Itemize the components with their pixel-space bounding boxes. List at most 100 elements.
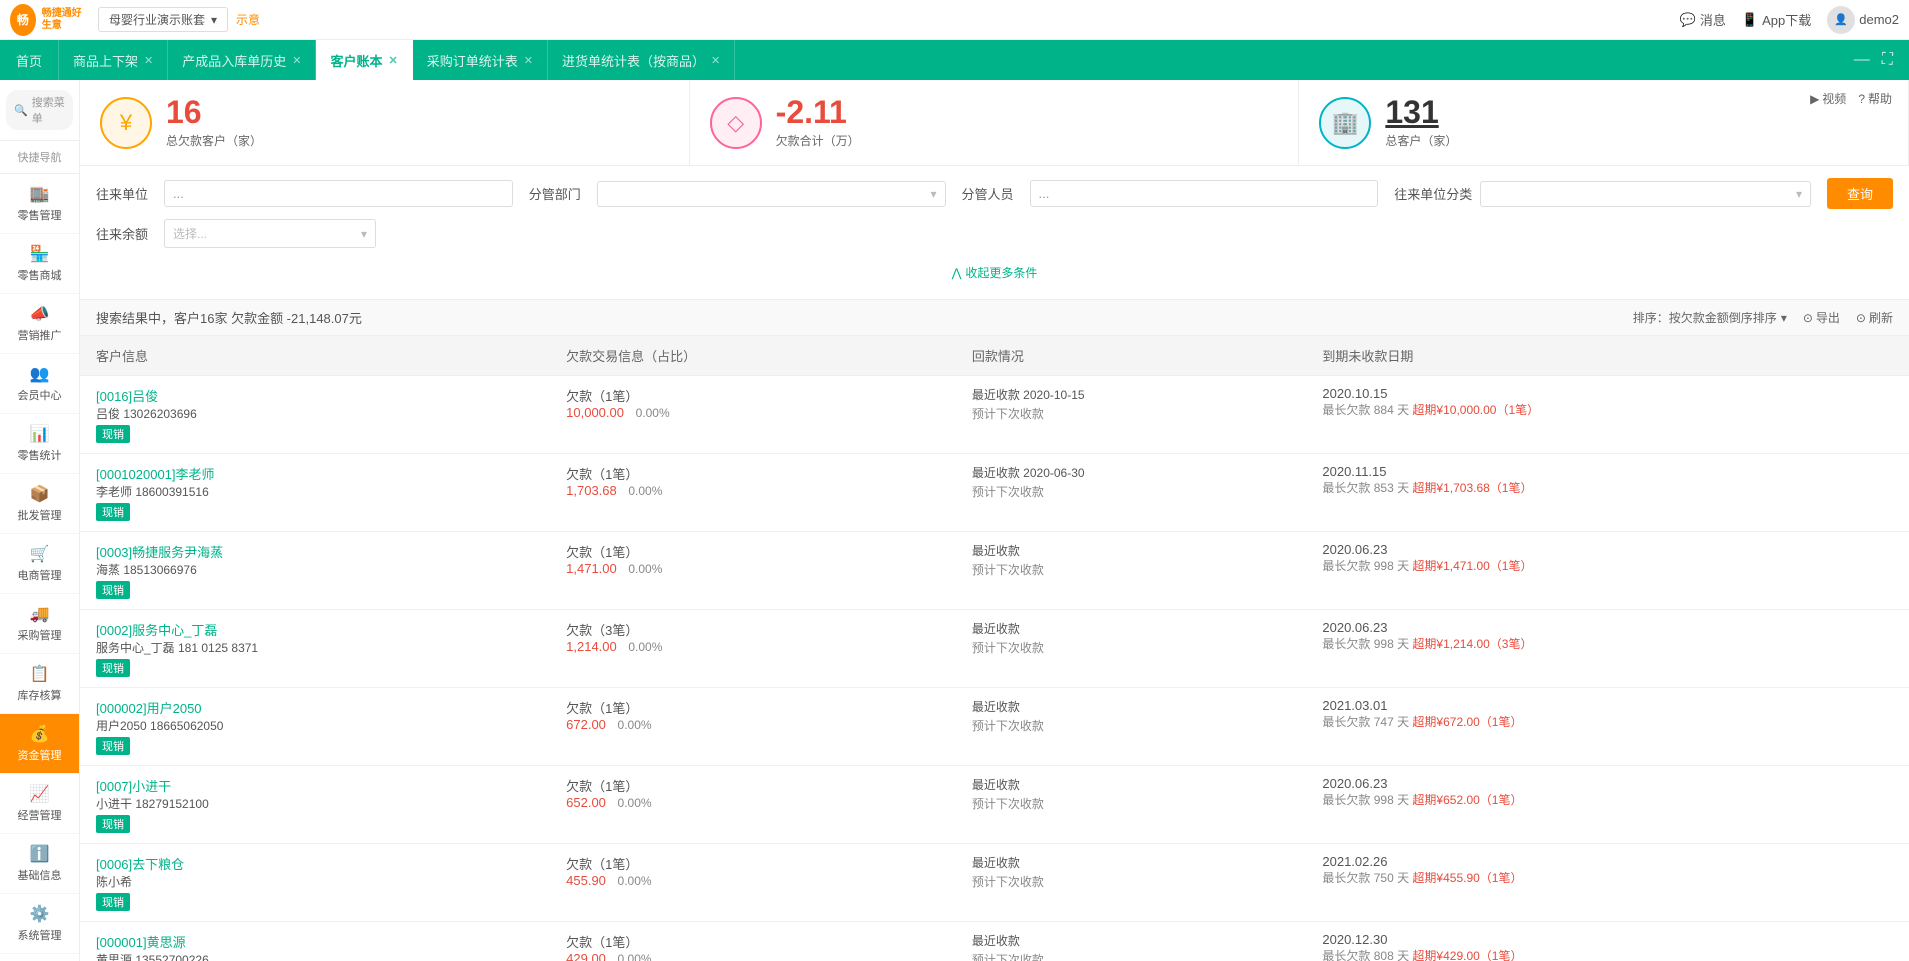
person-input[interactable]: ... [1030, 180, 1379, 207]
chevron-down-icon: ▾ [1781, 311, 1787, 325]
overdue-days-0: 最长欠款 884 天 超期¥10,000.00（1笔） [1322, 401, 1893, 418]
help-btn[interactable]: ? 帮助 [1858, 90, 1892, 107]
user-avatar-area[interactable]: 👤 demo2 [1827, 6, 1899, 34]
tab-products[interactable]: 商品上下架 ✕ [59, 40, 168, 80]
close-icon[interactable]: ✕ [524, 54, 533, 67]
close-icon[interactable]: ✕ [711, 54, 720, 67]
cell-recovery-1: 最近收款 2020-06-30 预计下次收款 [956, 454, 1307, 532]
video-btn[interactable]: ▶ 视频 [1810, 90, 1846, 107]
last-payment-5: 最近收款 [972, 776, 1291, 793]
customer-name-link-4[interactable]: [000002]用户2050 [96, 701, 202, 716]
close-icon[interactable]: ✕ [144, 54, 153, 67]
sidebar-item-inventory[interactable]: 📋 库存核算 [0, 654, 79, 714]
app-download-btn[interactable]: 📱 App下载 [1742, 10, 1811, 29]
from-unit-label: 往来单位 [96, 184, 156, 203]
sidebar-item-sys-mgmt[interactable]: ⚙️ 系统管理 [0, 894, 79, 954]
sidebar-item-batch-mgmt[interactable]: 📦 批发管理 [0, 474, 79, 534]
from-unit-placeholder: ... [173, 186, 184, 201]
overdue-link-6[interactable]: 超期¥455.90（1笔） [1412, 871, 1522, 885]
sidebar-item-retail-mall[interactable]: 🏪 零售商城 [0, 234, 79, 294]
query-button[interactable]: 查询 [1827, 178, 1893, 209]
nav-tabs: 首页 商品上下架 ✕ 产成品入库单历史 ✕ 客户账本 ✕ 采购订单统计表 ✕ 进… [0, 40, 1909, 80]
customer-phone-1: 李老师 18600391516 [96, 483, 534, 500]
tab-production[interactable]: 产成品入库单历史 ✕ [168, 40, 316, 80]
tab-customer-account[interactable]: 客户账本 ✕ [316, 40, 412, 80]
sidebar-item-enterprise[interactable]: 🤝 企业协同 [0, 954, 79, 961]
collapse-sidebar-btn[interactable]: 示意 [236, 11, 260, 28]
customer-table: 客户信息 欠款交易信息（占比） 回款情况 到期未收款日期 [0016]吕俊 吕俊… [80, 336, 1909, 961]
refresh-btn[interactable]: ⊙ 刷新 [1856, 309, 1893, 326]
due-date-7: 2020.12.30 [1322, 932, 1893, 947]
diamond-circle-icon: ◇ [710, 97, 762, 149]
due-date-0: 2020.10.15 [1322, 386, 1893, 401]
minimize-window-icon[interactable]: — [1848, 51, 1876, 69]
help-label: 帮助 [1868, 90, 1892, 107]
customer-phone-2: 海蒸 18513066976 [96, 561, 534, 578]
sidebar-item-ops-mgmt[interactable]: 📈 经营管理 [0, 774, 79, 834]
money-circle-icon: ¥ [100, 97, 152, 149]
customer-name-link-0[interactable]: [0016]吕俊 [96, 389, 158, 404]
cell-customer-info-4: [000002]用户2050 用户2050 18665062050 现销 [80, 688, 550, 766]
unit-class-label: 往来单位分类 [1394, 184, 1472, 203]
phone-icon: 📱 [1742, 12, 1758, 28]
tab-home[interactable]: 首页 [0, 40, 59, 80]
industry-selector[interactable]: 母婴行业演示账套 ▾ [98, 7, 228, 32]
app-download-label: App下载 [1762, 10, 1811, 29]
overdue-link-7[interactable]: 超期¥429.00（1笔） [1412, 949, 1522, 961]
purchase-label: 采购管理 [18, 627, 62, 643]
overdue-link-2[interactable]: 超期¥1,471.00（1笔） [1412, 559, 1532, 573]
sidebar-item-retail-stats[interactable]: 📊 零售统计 [0, 414, 79, 474]
sidebar-item-marketing[interactable]: 📣 营销推广 [0, 294, 79, 354]
sidebar-item-member-center[interactable]: 👥 会员中心 [0, 354, 79, 414]
from-unit-input[interactable]: ... [164, 180, 513, 207]
debt-amount-6: 455.90 [566, 873, 606, 888]
tab-purchase-stats[interactable]: 进货单统计表（按商品） ✕ [548, 40, 735, 80]
sidebar-item-retail-mgmt[interactable]: 🏬 零售管理 [0, 174, 79, 234]
customer-name-link-5[interactable]: [0007]小进干 [96, 779, 171, 794]
overdue-link-0[interactable]: 超期¥10,000.00（1笔） [1412, 403, 1539, 417]
balance-select[interactable]: 选择... ▾ [164, 219, 376, 248]
stat-value-total: 131 [1385, 96, 1457, 128]
sidebar-item-finance[interactable]: 💰 资金管理 [0, 714, 79, 774]
cell-debt-ratio-3 [878, 610, 956, 688]
search-icon: 🔍 [14, 104, 28, 117]
debt-amount-1: 1,703.68 [566, 483, 617, 498]
export-label: 导出 [1816, 309, 1840, 326]
unit-class-select[interactable]: ▾ [1480, 181, 1811, 207]
overdue-link-3[interactable]: 超期¥1,214.00（3笔） [1412, 637, 1532, 651]
overdue-link-5[interactable]: 超期¥652.00（1笔） [1412, 793, 1522, 807]
sidebar-search-area[interactable]: 🔍 搜索菜单 [0, 80, 79, 141]
overdue-link-1[interactable]: 超期¥1,703.68（1笔） [1412, 481, 1532, 495]
tab-purchase-order[interactable]: 采购订单统计表 ✕ [413, 40, 548, 80]
sidebar-item-purchase-mgmt[interactable]: 🚚 采购管理 [0, 594, 79, 654]
maximize-window-icon[interactable]: ⛶ [1876, 51, 1899, 69]
sidebar-item-ecommerce[interactable]: 🛒 电商管理 [0, 534, 79, 594]
overdue-link-4[interactable]: 超期¥672.00（1笔） [1412, 715, 1522, 729]
collapse-filter-btn[interactable]: ⋀ 收起更多条件 [96, 258, 1893, 287]
sort-selector[interactable]: 排序：按欠款金额倒序排序 ▾ [1633, 309, 1787, 326]
sidebar-item-basic-info[interactable]: ℹ️ 基础信息 [0, 834, 79, 894]
dept-select[interactable]: ▾ [597, 181, 946, 207]
debt-ratio-3: 0.00% [628, 640, 662, 654]
customer-name-link-6[interactable]: [0006]去下粮仓 [96, 857, 184, 872]
message-label: 消息 [1700, 10, 1726, 29]
sidebar-item-quick-nav[interactable]: 快捷导航 [0, 141, 79, 174]
customer-name-link-3[interactable]: [0002]服务中心_丁磊 [96, 623, 217, 638]
due-date-2: 2020.06.23 [1322, 542, 1893, 557]
customer-name-link-1[interactable]: [0001020001]李老师 [96, 467, 215, 482]
message-btn[interactable]: 💬 消息 [1680, 10, 1726, 29]
refresh-label: 刷新 [1869, 309, 1893, 326]
stat-card-total-debt: ◇ -2.11 欠款合计（万） [690, 80, 1300, 165]
customer-name-link-2[interactable]: [0003]畅捷服务尹海蒸 [96, 545, 223, 560]
customer-name-link-7[interactable]: [000001]黄思源 [96, 935, 186, 950]
export-btn[interactable]: ⊙ 导出 [1803, 309, 1840, 326]
cell-due-date-2: 2020.06.23 最长欠款 998 天 超期¥1,471.00（1笔） [1306, 532, 1909, 610]
cell-customer-info-0: [0016]吕俊 吕俊 13026203696 现销 [80, 376, 550, 454]
sidebar-search-box[interactable]: 🔍 搜索菜单 [6, 90, 73, 130]
member-label: 会员中心 [18, 387, 62, 403]
cell-due-date-7: 2020.12.30 最长欠款 808 天 超期¥429.00（1笔） [1306, 922, 1909, 961]
cell-recovery-6: 最近收款 预计下次收款 [956, 844, 1307, 922]
close-icon[interactable]: ✕ [389, 54, 398, 67]
close-icon[interactable]: ✕ [292, 54, 301, 67]
customer-phone-3: 服务中心_丁磊 181 0125 8371 [96, 639, 534, 656]
